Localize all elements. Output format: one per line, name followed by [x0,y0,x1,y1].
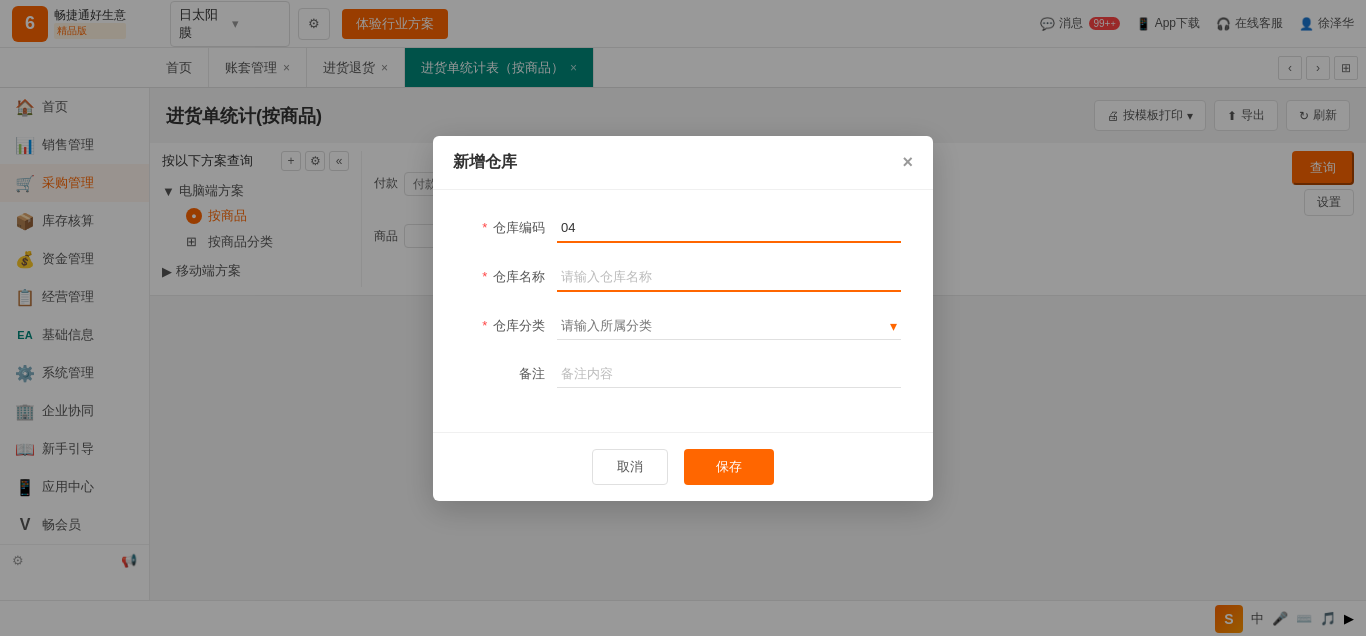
save-button[interactable]: 保存 [684,449,774,485]
name-input[interactable] [557,263,901,292]
required-star-code: * [482,220,487,235]
required-star-category: * [482,318,487,333]
modal-new-warehouse: 新增仓库 × * 仓库编码 * 仓库名称 * [433,136,933,501]
modal-body: * 仓库编码 * 仓库名称 * 仓库分类 ▾ [433,190,933,432]
form-row-code: * 仓库编码 [465,214,901,243]
cancel-button[interactable]: 取消 [592,449,668,485]
notes-label: 备注 [465,365,545,383]
modal-header: 新增仓库 × [433,136,933,190]
category-label: * 仓库分类 [465,317,545,335]
form-row-notes: 备注 [465,360,901,388]
form-row-name: * 仓库名称 [465,263,901,292]
required-star-name: * [482,269,487,284]
modal-overlay[interactable]: 新增仓库 × * 仓库编码 * 仓库名称 * [0,0,1366,636]
category-select-wrapper: ▾ [557,312,901,340]
modal-footer: 取消 保存 [433,432,933,501]
name-label: * 仓库名称 [465,268,545,286]
code-input[interactable] [557,214,901,243]
notes-input[interactable] [557,360,901,388]
modal-title: 新增仓库 [453,152,517,173]
code-label: * 仓库编码 [465,219,545,237]
category-select-input[interactable] [557,312,901,340]
form-row-category: * 仓库分类 ▾ [465,312,901,340]
modal-close-button[interactable]: × [902,152,913,173]
